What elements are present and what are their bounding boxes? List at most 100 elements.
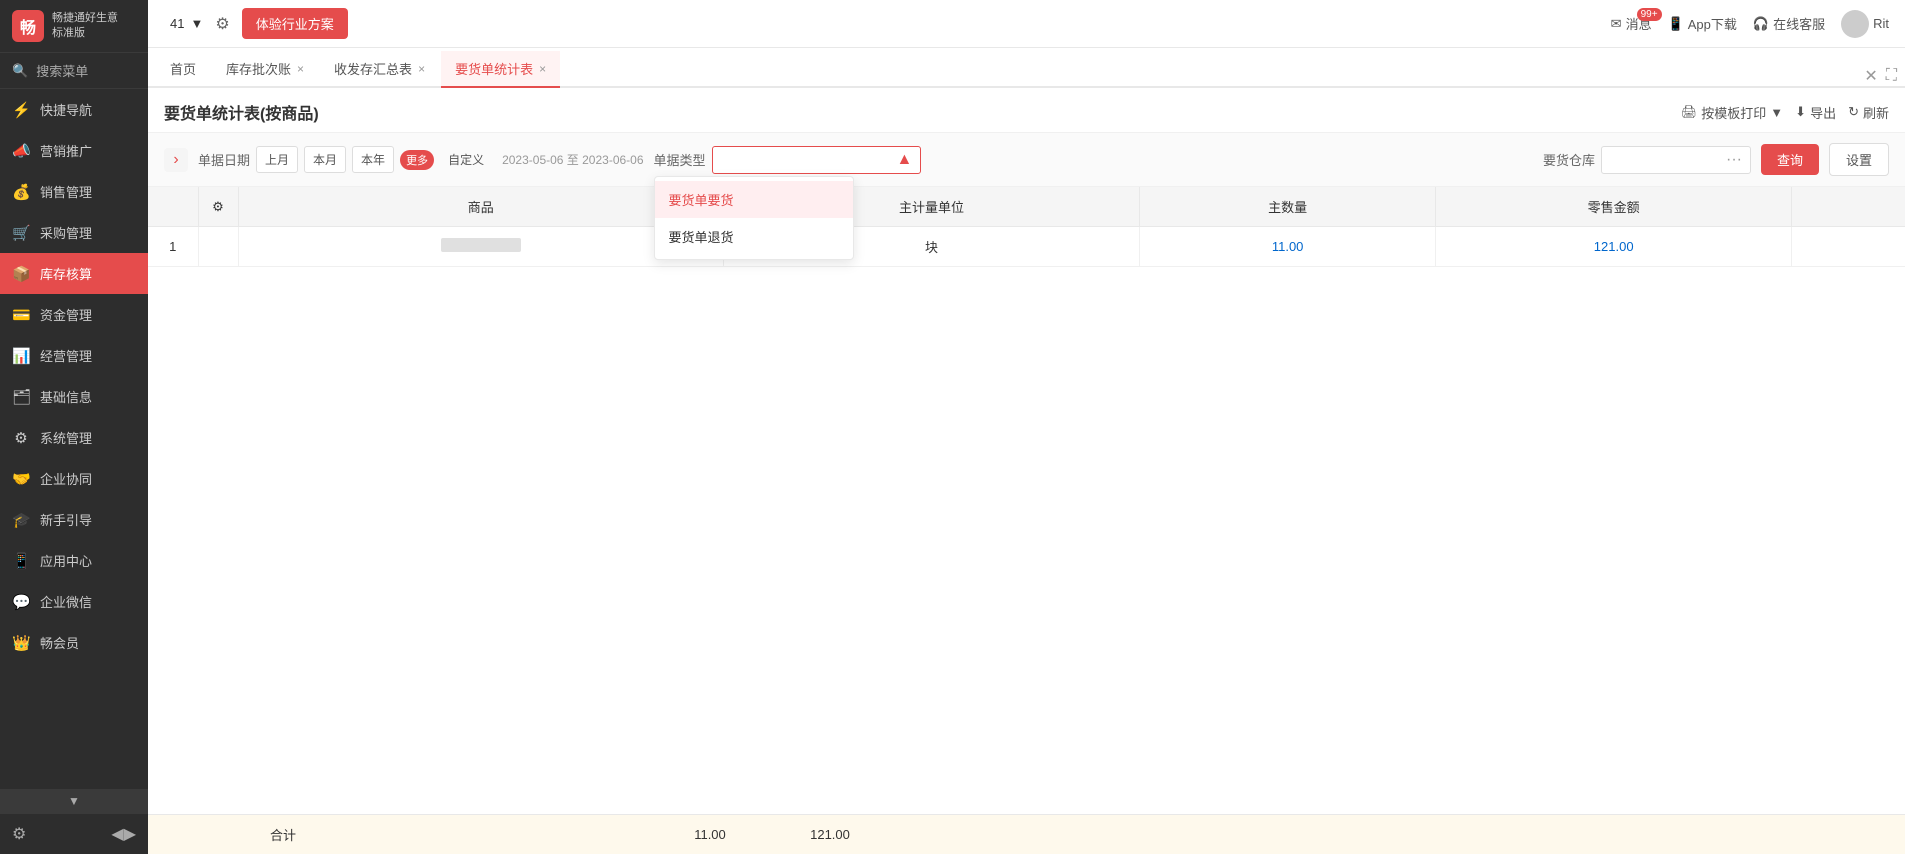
- tab-receipt-summary[interactable]: 收发存汇总表 ×: [320, 51, 439, 88]
- user-name: Rit: [1873, 16, 1889, 31]
- avatar-image: [1841, 10, 1869, 38]
- total-qty: 11.00: [650, 827, 770, 842]
- export-btn[interactable]: ⬇ 导出: [1795, 103, 1836, 122]
- messages-btn[interactable]: ✉ 消息 99+: [1611, 14, 1652, 33]
- newbie-icon: 🎓: [12, 511, 30, 529]
- sidebar-item-operations[interactable]: 📊 经营管理: [0, 335, 148, 376]
- filter-bar: › 单据日期 上月 本月 本年 更多 自定义 2023-05-06 至 2023…: [148, 133, 1905, 187]
- trial-btn[interactable]: 体验行业方案: [242, 8, 348, 39]
- dropdown-item-order-goods[interactable]: 要货单要货: [655, 181, 853, 218]
- search-menu-item[interactable]: 🔍 搜索菜单: [0, 53, 148, 89]
- app-label: App下载: [1688, 14, 1737, 33]
- total-amount: 121.00: [770, 827, 890, 842]
- collapse-sidebar-icon[interactable]: ◀▶: [111, 824, 136, 844]
- refresh-icon: ↻: [1848, 104, 1859, 120]
- logo-icon: 畅: [12, 10, 44, 42]
- tab-close-icon[interactable]: ×: [418, 62, 425, 76]
- refresh-label: 刷新: [1863, 103, 1889, 122]
- tabs-bar: 首页 库存批次账 × 收发存汇总表 × 要货单统计表 × ✕ ⛶: [148, 48, 1905, 88]
- tab-close-icon[interactable]: ×: [297, 62, 304, 76]
- tab-label: 收发存汇总表: [334, 59, 412, 78]
- col-product: 商品: [238, 187, 723, 227]
- sidebar-item-member[interactable]: 👑 畅会员: [0, 622, 148, 663]
- inventory-icon: 📦: [12, 265, 30, 283]
- page-header-actions: 🖨 按模板打印 ▼ ⬇ 导出 ↻ 刷新: [1681, 103, 1889, 122]
- sidebar-item-quick-nav[interactable]: ⚡ 快捷导航: [0, 89, 148, 130]
- dropdown-item-order-return[interactable]: 要货单退货: [655, 218, 853, 255]
- sidebar-item-label: 快捷导航: [40, 100, 92, 119]
- query-btn[interactable]: 查询: [1761, 144, 1819, 175]
- more-dates-badge[interactable]: 更多: [400, 150, 434, 170]
- tab-close-icon[interactable]: ×: [539, 62, 546, 76]
- warehouse-select[interactable]: ···: [1601, 146, 1751, 174]
- sidebar-item-label: 销售管理: [40, 182, 92, 201]
- type-select-input[interactable]: [721, 152, 897, 167]
- system-icon: ⚙: [12, 429, 30, 447]
- cell-qty: 11.00: [1140, 227, 1436, 267]
- col-extra: [1792, 187, 1905, 227]
- settings-icon[interactable]: ⚙: [12, 824, 26, 844]
- online-service-btn[interactable]: 🎧 在线客服: [1753, 14, 1825, 33]
- message-icon: ✉: [1611, 16, 1622, 32]
- this-month-btn[interactable]: 本月: [304, 146, 346, 173]
- sidebar-item-label: 营销推广: [40, 141, 92, 160]
- export-icon: ⬇: [1795, 104, 1806, 120]
- tab-inventory-batch[interactable]: 库存批次账 ×: [212, 51, 318, 88]
- sidebar-item-label: 畅会员: [40, 633, 79, 652]
- sidebar-item-sales[interactable]: 💰 销售管理: [0, 171, 148, 212]
- sidebar-item-wechat[interactable]: 💬 企业微信: [0, 581, 148, 622]
- sidebar-footer: ⚙ ◀▶: [0, 813, 148, 854]
- sidebar-nav: ⚡ 快捷导航 📣 营销推广 💰 销售管理 🛒 采购管理 📦 库存核算 💳 资金管…: [0, 89, 148, 789]
- sidebar-item-newbie[interactable]: 🎓 新手引导: [0, 499, 148, 540]
- close-all-tabs-icon[interactable]: ✕: [1864, 66, 1877, 86]
- sidebar-logo: 畅 畅捷通好生意 标准版: [0, 0, 148, 53]
- finance-icon: 💳: [12, 306, 30, 324]
- table-row: 1 块 11.00 121.00: [148, 227, 1905, 267]
- sidebar-item-enterprise[interactable]: 🤝 企业协同: [0, 458, 148, 499]
- date-filter-label: 单据日期: [198, 150, 250, 169]
- app-center-icon: 📱: [12, 552, 30, 570]
- tabs-end-buttons: ✕ ⛶: [1864, 66, 1897, 86]
- page-header: 要货单统计表(按商品) 🖨 按模板打印 ▼ ⬇ 导出 ↻ 刷新: [148, 88, 1905, 133]
- this-year-btn[interactable]: 本年: [352, 146, 394, 173]
- filter-settings-btn[interactable]: 设置: [1829, 143, 1889, 176]
- type-select-chevron-icon: ▲: [897, 151, 913, 169]
- store-dropdown-icon: ▼: [190, 16, 203, 31]
- sidebar-item-purchase[interactable]: 🛒 采购管理: [0, 212, 148, 253]
- sidebar-item-label: 经营管理: [40, 346, 92, 365]
- type-select[interactable]: ▲: [712, 146, 922, 174]
- cell-index: 1: [148, 227, 198, 267]
- date-filter-group: 单据日期 上月 本月 本年 更多 自定义: [198, 146, 492, 173]
- data-table: ⚙ 商品 主计量单位 主数量 零售金额 1: [148, 187, 1905, 267]
- topbar-gear-icon[interactable]: ⚙: [215, 14, 229, 34]
- sidebar-item-app-center[interactable]: 📱 应用中心: [0, 540, 148, 581]
- sidebar-scroll-down[interactable]: ▼: [0, 789, 148, 813]
- sidebar-item-marketing[interactable]: 📣 营销推广: [0, 130, 148, 171]
- app-download-btn[interactable]: 📱 App下载: [1668, 14, 1737, 33]
- refresh-btn[interactable]: ↻ 刷新: [1848, 103, 1889, 122]
- col-settings[interactable]: ⚙: [198, 187, 238, 227]
- cell-settings: [198, 227, 238, 267]
- col-amount: 零售金额: [1436, 187, 1792, 227]
- sidebar-item-inventory[interactable]: 📦 库存核算: [0, 253, 148, 294]
- tab-order-stats[interactable]: 要货单统计表 ×: [441, 51, 560, 88]
- custom-date-btn[interactable]: 自定义: [440, 147, 492, 172]
- service-label: 在线客服: [1773, 14, 1825, 33]
- warehouse-filter-label: 要货仓库: [1543, 150, 1595, 169]
- tab-home[interactable]: 首页: [156, 51, 210, 88]
- user-avatar[interactable]: Rit: [1841, 10, 1889, 38]
- operations-icon: 📊: [12, 347, 30, 365]
- tab-label: 要货单统计表: [455, 59, 533, 78]
- store-selector[interactable]: 41 ▼: [164, 16, 203, 31]
- cell-extra: [1792, 227, 1905, 267]
- tab-home-label: 首页: [170, 59, 196, 78]
- print-btn[interactable]: 🖨 按模板打印 ▼: [1681, 103, 1783, 122]
- sidebar-item-finance[interactable]: 💳 资金管理: [0, 294, 148, 335]
- sidebar-item-basic-info[interactable]: 🗂 基础信息: [0, 376, 148, 417]
- prev-month-btn[interactable]: 上月: [256, 146, 298, 173]
- filter-expand-btn[interactable]: ›: [164, 148, 188, 172]
- print-dropdown-icon: ▼: [1770, 105, 1783, 120]
- sidebar-item-system[interactable]: ⚙ 系统管理: [0, 417, 148, 458]
- logo-text: 畅捷通好生意 标准版: [52, 11, 118, 42]
- expand-tabs-icon[interactable]: ⛶: [1886, 67, 1897, 85]
